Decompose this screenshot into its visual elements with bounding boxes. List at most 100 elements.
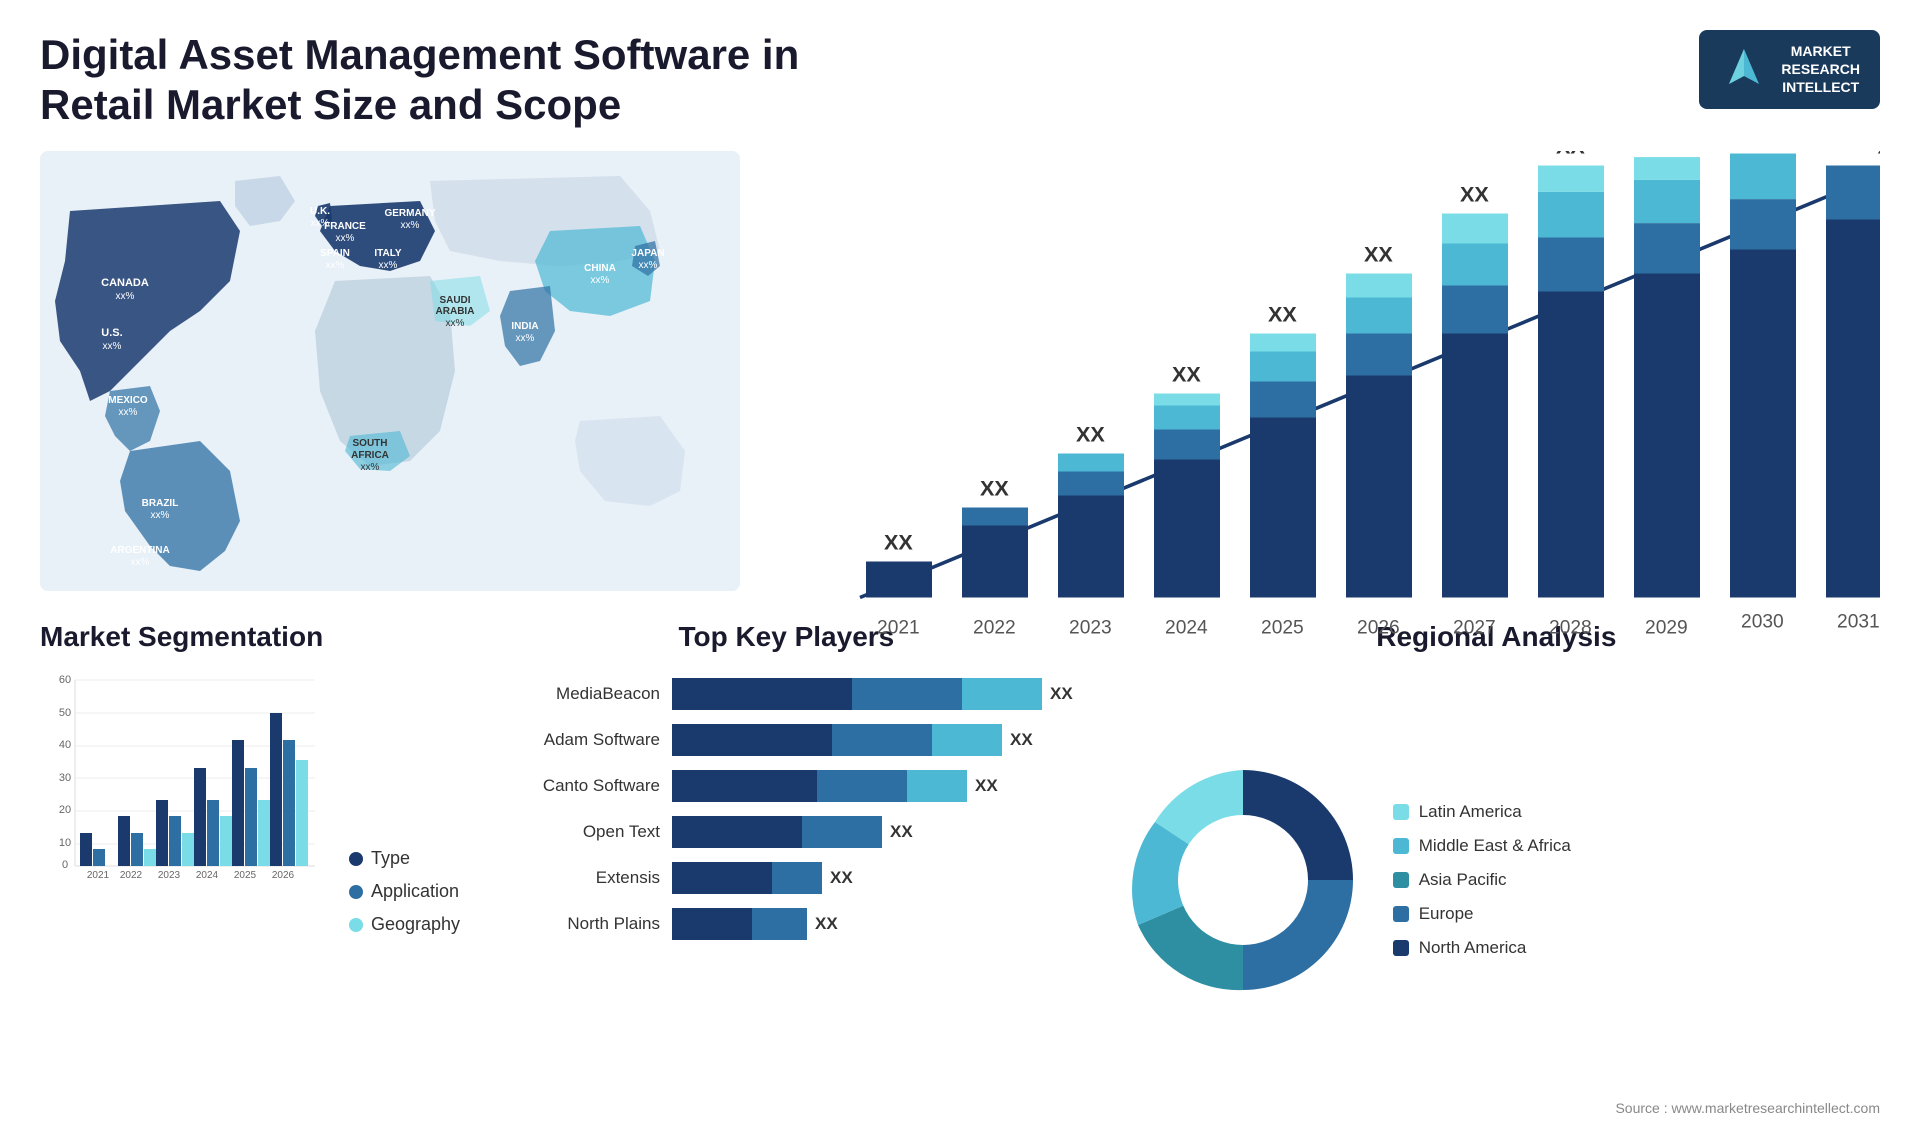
svg-text:AFRICA: AFRICA <box>351 450 389 461</box>
svg-text:2031: 2031 <box>1837 611 1880 632</box>
svg-text:xx%: xx% <box>336 233 355 244</box>
player-value-opentext: XX <box>890 822 913 842</box>
svg-text:2025: 2025 <box>234 870 257 881</box>
svg-text:xx%: xx% <box>116 291 135 302</box>
player-row-adam: Adam Software XX <box>500 724 1073 756</box>
regional-legend-mea: Middle East & Africa <box>1393 836 1571 856</box>
player-bar-mediabeacon: XX <box>672 678 1073 710</box>
regional-dot-latin <box>1393 804 1409 820</box>
growth-chart-svg: XX 2021 XX 2022 XX 2023 <box>800 151 1880 660</box>
player-value-northplains: XX <box>815 914 838 934</box>
regional-label-latin: Latin America <box>1419 802 1522 822</box>
svg-text:CHINA: CHINA <box>584 263 616 274</box>
svg-text:XX: XX <box>1268 301 1297 326</box>
svg-text:XX: XX <box>884 529 913 554</box>
svg-text:XX: XX <box>1172 361 1201 386</box>
top-section: CANADA xx% U.S. xx% MEXICO xx% BRAZIL xx… <box>40 151 1880 591</box>
regional-dot-mea <box>1393 838 1409 854</box>
svg-text:20: 20 <box>59 804 71 816</box>
svg-text:xx%: xx% <box>326 260 345 271</box>
legend-dot-type <box>349 852 363 866</box>
players-bars: MediaBeacon XX Adam Software <box>500 668 1073 950</box>
svg-text:ITALY: ITALY <box>374 248 402 259</box>
svg-text:xx%: xx% <box>446 318 465 329</box>
header: Digital Asset Management Software in Ret… <box>40 30 1880 131</box>
svg-text:SPAIN: SPAIN <box>320 248 350 259</box>
segmentation-section: Market Segmentation 60 50 40 30 20 10 0 <box>40 621 460 1116</box>
map-svg: CANADA xx% U.S. xx% MEXICO xx% BRAZIL xx… <box>40 151 740 591</box>
svg-text:xx%: xx% <box>119 407 138 418</box>
regional-legend-latin: Latin America <box>1393 802 1571 822</box>
player-value-canto: XX <box>975 776 998 796</box>
svg-text:2022: 2022 <box>973 617 1016 638</box>
svg-text:10: 10 <box>59 837 71 849</box>
svg-text:JAPAN: JAPAN <box>631 248 664 259</box>
svg-text:U.K.: U.K. <box>310 206 330 217</box>
legend-label-app: Application <box>371 881 459 902</box>
svg-text:2025: 2025 <box>1261 617 1304 638</box>
player-row-opentext: Open Text XX <box>500 816 1073 848</box>
regional-legend-na: North America <box>1393 938 1571 958</box>
legend-dot-app <box>349 885 363 899</box>
svg-text:XX: XX <box>1364 241 1393 266</box>
regional-chart: Latin America Middle East & Africa Asia … <box>1113 668 1880 1092</box>
svg-text:40: 40 <box>59 739 71 751</box>
svg-text:2026: 2026 <box>272 870 295 881</box>
svg-text:2030: 2030 <box>1741 611 1784 632</box>
regional-label-na: North America <box>1419 938 1527 958</box>
player-value-adam: XX <box>1010 730 1033 750</box>
svg-text:SOUTH: SOUTH <box>353 438 388 449</box>
donut-svg <box>1113 750 1373 1010</box>
svg-text:2027: 2027 <box>1453 617 1496 638</box>
svg-text:U.S.: U.S. <box>101 327 122 339</box>
player-bar-canto: XX <box>672 770 1073 802</box>
svg-text:2023: 2023 <box>1069 617 1112 638</box>
legend-item-geo: Geography <box>349 914 460 935</box>
player-row-mediabeacon: MediaBeacon XX <box>500 678 1073 710</box>
regional-section: Regional Analysis <box>1113 621 1880 1116</box>
player-bar-extensis: XX <box>672 862 1073 894</box>
svg-text:2021: 2021 <box>877 617 920 638</box>
svg-text:xx%: xx% <box>591 275 610 286</box>
svg-text:50: 50 <box>59 707 71 719</box>
players-section: Top Key Players MediaBeacon XX <box>500 621 1073 1116</box>
svg-text:CANADA: CANADA <box>101 277 149 289</box>
player-bar-northplains: XX <box>672 908 1073 940</box>
svg-text:0: 0 <box>62 859 68 871</box>
svg-text:60: 60 <box>59 674 71 686</box>
svg-text:INDIA: INDIA <box>511 321 538 332</box>
regional-dot-apac <box>1393 872 1409 888</box>
logo: MARKET RESEARCH INTELLECT <box>1699 30 1880 109</box>
legend-dot-geo <box>349 918 363 932</box>
regional-label-mea: Middle East & Africa <box>1419 836 1571 856</box>
svg-text:2026: 2026 <box>1357 617 1400 638</box>
regional-legend: Latin America Middle East & Africa Asia … <box>1393 802 1571 958</box>
growth-bar-chart: XX 2021 XX 2022 XX 2023 <box>780 151 1880 591</box>
logo-icon <box>1719 44 1769 94</box>
regional-dot-na <box>1393 940 1409 956</box>
svg-text:2029: 2029 <box>1645 617 1688 638</box>
player-name-opentext: Open Text <box>500 822 660 842</box>
segmentation-chart-area: 60 50 40 30 20 10 0 <box>40 668 460 1116</box>
svg-text:30: 30 <box>59 772 71 784</box>
player-row-northplains: North Plains XX <box>500 908 1073 940</box>
svg-text:SAUDI: SAUDI <box>439 295 470 306</box>
player-name-northplains: North Plains <box>500 914 660 934</box>
svg-text:XX: XX <box>1460 181 1489 206</box>
legend-label-geo: Geography <box>371 914 460 935</box>
world-map: CANADA xx% U.S. xx% MEXICO xx% BRAZIL xx… <box>40 151 740 591</box>
svg-text:xx%: xx% <box>401 220 420 231</box>
segmentation-legend: Type Application Geography <box>349 668 460 1116</box>
svg-text:xx%: xx% <box>131 557 150 568</box>
svg-text:FRANCE: FRANCE <box>324 221 366 232</box>
logo-text: MARKET RESEARCH INTELLECT <box>1781 42 1860 97</box>
svg-text:BRAZIL: BRAZIL <box>142 498 179 509</box>
svg-text:xx%: xx% <box>516 333 535 344</box>
regional-legend-apac: Asia Pacific <box>1393 870 1571 890</box>
legend-item-app: Application <box>349 881 460 902</box>
player-bar-adam: XX <box>672 724 1073 756</box>
segmentation-title: Market Segmentation <box>40 621 460 653</box>
svg-text:xx%: xx% <box>361 462 380 473</box>
player-name-mediabeacon: MediaBeacon <box>500 684 660 704</box>
svg-text:2024: 2024 <box>196 870 219 881</box>
